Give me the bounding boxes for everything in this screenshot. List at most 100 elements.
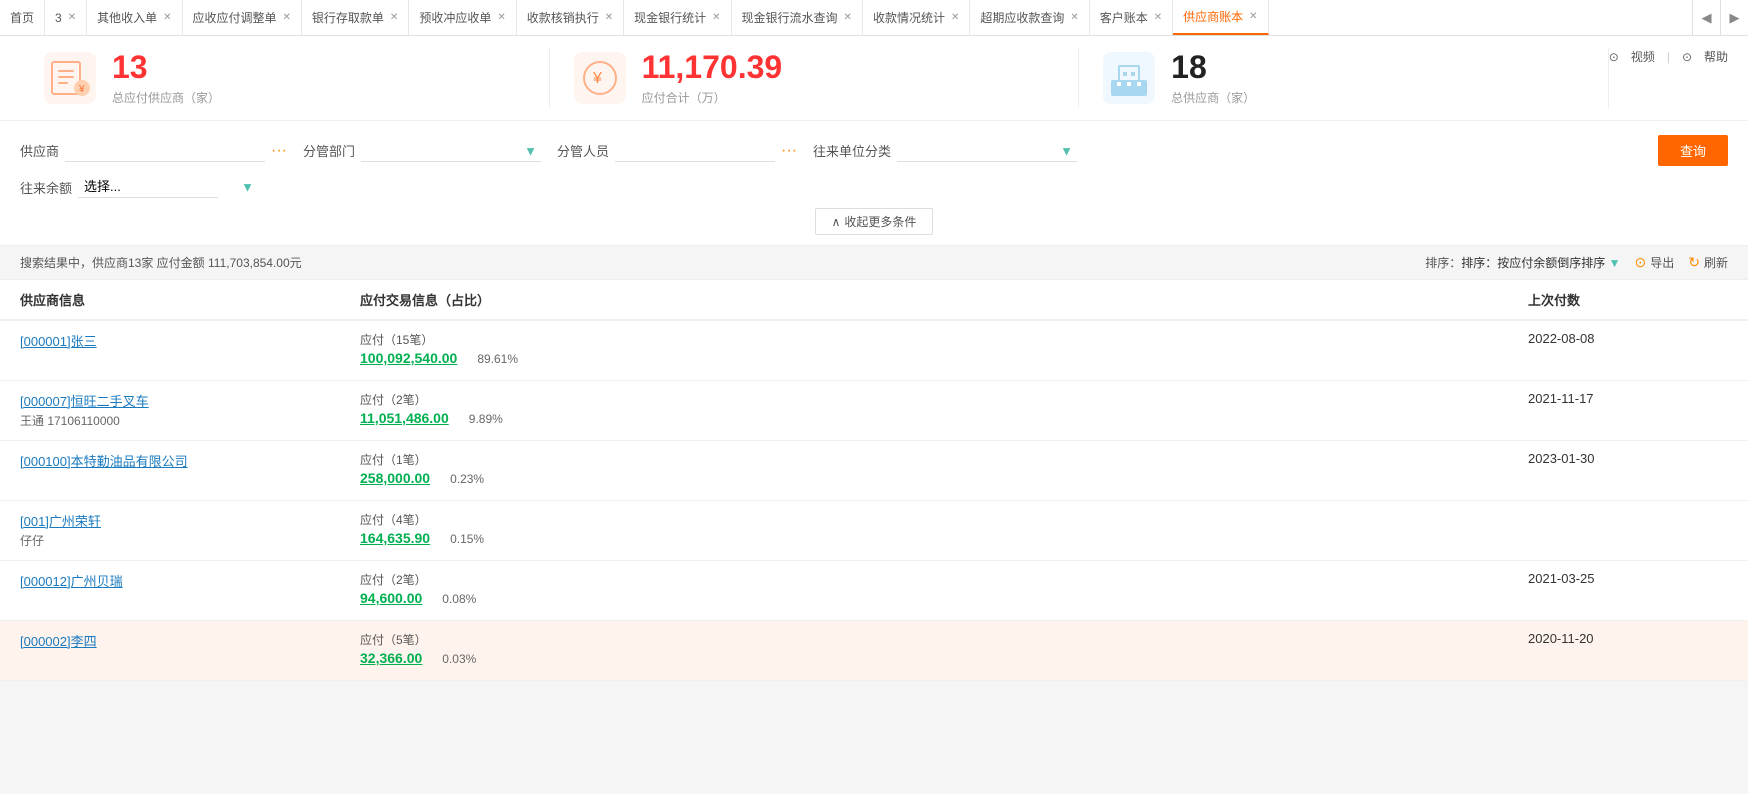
trade-amount-link[interactable]: 100,092,540.00 xyxy=(360,350,457,366)
trade-amount-link[interactable]: 164,635.90 xyxy=(360,530,430,546)
last-pay-col: 2021-03-25 xyxy=(1528,571,1728,586)
last-pay-col: 2023-01-30 xyxy=(1528,451,1728,466)
trade-label: 应付（2笔） xyxy=(360,391,1528,408)
payable-total-icon: ¥ xyxy=(570,48,630,108)
close-icon[interactable]: ✕ xyxy=(1154,12,1162,23)
video-link[interactable]: 视频 xyxy=(1631,48,1655,65)
supplier-name-link[interactable]: [000002]李四 xyxy=(20,631,360,650)
supplier-name-link[interactable]: [001]广州荣轩 xyxy=(20,511,360,530)
nav-tab-ar-adjust[interactable]: 应收应付调整单 ✕ xyxy=(183,0,302,35)
nav-tab-receipt-stats[interactable]: 收款情况统计 ✕ xyxy=(863,0,970,35)
svg-text:¥: ¥ xyxy=(592,70,602,87)
data-table: 供应商信息 应付交易信息（占比） 上次付数 [000001]张三 应付（15笔）… xyxy=(0,280,1748,681)
stat-label-payable-suppliers: 总应付供应商（家） xyxy=(112,89,220,106)
close-icon[interactable]: ✕ xyxy=(844,12,852,23)
supplier-name-link[interactable]: [000012]广州贝瑞 xyxy=(20,571,360,590)
trade-col: 应付（2笔） 11,051,486.00 9.89% xyxy=(360,391,1528,426)
trade-label: 应付（2笔） xyxy=(360,571,1528,588)
nav-tab-cash-flow[interactable]: 现金银行流水查询 ✕ xyxy=(732,0,863,35)
nav-tab-receipt-exec[interactable]: 收款核销执行 ✕ xyxy=(517,0,624,35)
nav-next-arrow[interactable]: ▶ xyxy=(1720,0,1748,36)
col-header-supplier: 供应商信息 xyxy=(20,290,360,309)
supplier-col: [000007]恒旺二手叉车 王通 17106110000 xyxy=(20,391,360,429)
nav-tab-receipt-exec-label: 收款核销执行 xyxy=(527,9,599,26)
close-icon[interactable]: ✕ xyxy=(951,12,959,23)
export-icon: ⊙ xyxy=(1635,254,1647,271)
nav-tab-overdue[interactable]: 超期应收款查询 ✕ xyxy=(970,0,1089,35)
refresh-button[interactable]: ↻ 刷新 xyxy=(1688,254,1728,271)
stat-label-payable-total: 应付合计（万） xyxy=(642,89,783,106)
close-icon[interactable]: ✕ xyxy=(68,12,76,23)
stats-bar: ¥ 13 总应付供应商（家） ¥ 11,170.39 应付合计（万） xyxy=(0,36,1748,121)
nav-tab-prepay[interactable]: 预收冲应收单 ✕ xyxy=(409,0,516,35)
supplier-name-link[interactable]: [000100]本特勤油品有限公司 xyxy=(20,451,360,470)
nav-tab-bank-deposit-label: 银行存取款单 xyxy=(312,9,384,26)
refresh-icon: ↻ xyxy=(1688,254,1700,271)
trade-col: 应付（15笔） 100,092,540.00 89.61% xyxy=(360,331,1528,366)
nav-tab-bank-deposit[interactable]: 银行存取款单 ✕ xyxy=(302,0,409,35)
nav-prev-arrow[interactable]: ◀ xyxy=(1692,0,1720,36)
trade-row: 11,051,486.00 9.89% xyxy=(360,410,1528,426)
trade-label: 应付（5笔） xyxy=(360,631,1528,648)
nav-tab-customer-book-label: 客户账本 xyxy=(1100,9,1148,26)
video-icon: ⊙ xyxy=(1609,50,1619,64)
trade-col: 应付（2笔） 94,600.00 0.08% xyxy=(360,571,1528,606)
supplier-input[interactable] xyxy=(65,140,265,162)
stat-content-payable-total: 11,170.39 应付合计（万） xyxy=(642,50,783,106)
top-right-links: ⊙ 视频 | ⊙ 帮助 xyxy=(1609,48,1728,65)
nav-tab-home[interactable]: 首页 xyxy=(0,0,45,35)
nav-tab-customer-book[interactable]: 客户账本 ✕ xyxy=(1090,0,1173,35)
sort-value[interactable]: 排序：按应付余额倒序排序 xyxy=(1461,256,1605,270)
sort-label: 排序：排序：按应付余额倒序排序 ▼ xyxy=(1425,254,1620,271)
supplier-name-link[interactable]: [000001]张三 xyxy=(20,331,360,350)
close-icon[interactable]: ✕ xyxy=(712,12,720,23)
collapse-button[interactable]: ∧ 收起更多条件 xyxy=(815,208,934,235)
supplier-dots-icon[interactable]: ··· xyxy=(271,142,287,160)
supplier-name-link[interactable]: [000007]恒旺二手叉车 xyxy=(20,391,360,410)
trade-label: 应付（4笔） xyxy=(360,511,1528,528)
category-select[interactable] xyxy=(897,140,1077,162)
balance-select[interactable]: 选择... xyxy=(78,176,218,198)
nav-tab-other-income-label: 其他收入单 xyxy=(97,9,157,26)
trade-row: 258,000.00 0.23% xyxy=(360,470,1528,486)
help-link[interactable]: 帮助 xyxy=(1704,48,1728,65)
close-icon[interactable]: ✕ xyxy=(163,12,171,23)
close-icon[interactable]: ✕ xyxy=(283,12,291,23)
query-button[interactable]: 查询 xyxy=(1658,135,1728,166)
table-body: [000001]张三 应付（15笔） 100,092,540.00 89.61%… xyxy=(0,321,1748,681)
trade-amount-link[interactable]: 32,366.00 xyxy=(360,650,422,666)
trade-amount-link[interactable]: 11,051,486.00 xyxy=(360,410,449,426)
trade-amount-link[interactable]: 94,600.00 xyxy=(360,590,422,606)
export-button[interactable]: ⊙ 导出 xyxy=(1635,254,1675,271)
table-row: [000002]李四 应付（5笔） 32,366.00 0.03% 2020-1… xyxy=(0,621,1748,681)
close-icon[interactable]: ✕ xyxy=(605,12,613,23)
trade-row: 100,092,540.00 89.61% xyxy=(360,350,1528,366)
close-icon[interactable]: ✕ xyxy=(1249,11,1257,22)
last-pay-col: 2020-11-20 xyxy=(1528,631,1728,646)
trade-col: 应付（4笔） 164,635.90 0.15% xyxy=(360,511,1528,546)
chevron-up-icon: ∧ xyxy=(832,215,841,229)
nav-tab-other-income[interactable]: 其他收入单 ✕ xyxy=(87,0,182,35)
dept-select[interactable] xyxy=(361,140,541,162)
person-dots-icon[interactable]: ··· xyxy=(781,142,797,160)
nav-tab-cash-stats[interactable]: 现金银行统计 ✕ xyxy=(624,0,731,35)
nav-tab-3[interactable]: 3 ✕ xyxy=(45,0,87,35)
nav-tab-supplier-book[interactable]: 供应商账本 ✕ xyxy=(1173,0,1268,35)
sort-arrow-icon: ▼ xyxy=(1609,256,1621,270)
nav-tab-ar-adjust-label: 应收应付调整单 xyxy=(193,9,277,26)
balance-select-arrow-icon: ▼ xyxy=(241,180,254,195)
person-input[interactable] xyxy=(615,140,775,162)
dept-select-wrap: ▼ xyxy=(361,140,541,162)
trade-label: 应付（15笔） xyxy=(360,331,1528,348)
nav-tab-receipt-stats-label: 收款情况统计 xyxy=(873,9,945,26)
trade-percent: 89.61% xyxy=(477,352,518,366)
trade-row: 32,366.00 0.03% xyxy=(360,650,1528,666)
table-row: [000001]张三 应付（15笔） 100,092,540.00 89.61%… xyxy=(0,321,1748,381)
nav-tab-overdue-label: 超期应收款查询 xyxy=(980,9,1064,26)
close-icon[interactable]: ✕ xyxy=(1070,12,1078,23)
trade-amount-link[interactable]: 258,000.00 xyxy=(360,470,430,486)
stat-label-total-suppliers: 总供应商（家） xyxy=(1171,89,1255,106)
category-select-wrap: ▼ xyxy=(897,140,1077,162)
close-icon[interactable]: ✕ xyxy=(390,12,398,23)
close-icon[interactable]: ✕ xyxy=(497,12,505,23)
